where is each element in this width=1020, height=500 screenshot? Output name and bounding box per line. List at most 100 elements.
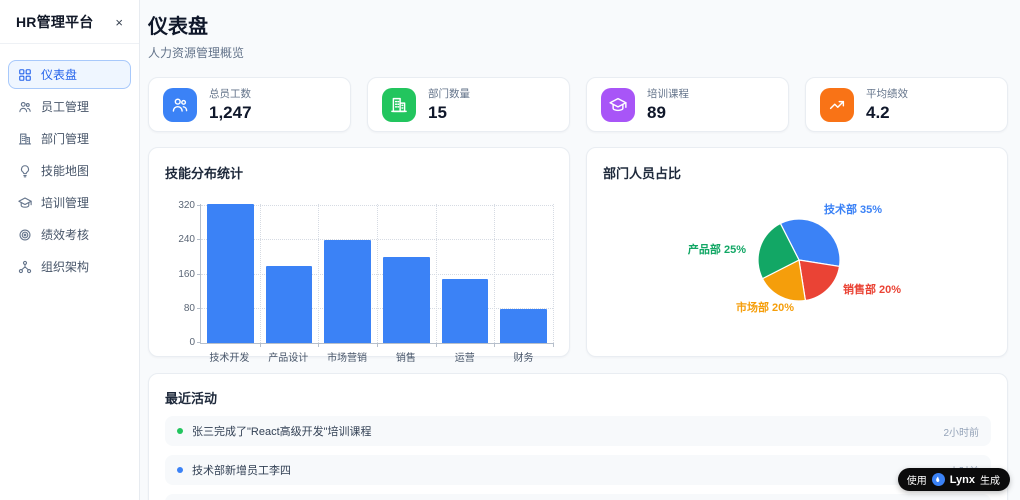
stats-row: 总员工数 1,247 部门数量 15 培训课程 89 平均绩效 4.2	[148, 77, 1008, 132]
org-icon	[18, 260, 32, 273]
v-gridline	[553, 204, 554, 343]
bar-销售	[382, 257, 430, 343]
pie-chart-card: 部门人员占比 技术部 35% 销售部 20% 市场部 20% 产品部 25%	[586, 147, 1008, 357]
x-tick	[435, 343, 437, 347]
activity-row-3: Q1绩效考核已开始 1天前	[165, 494, 991, 500]
bar-slot	[318, 204, 377, 343]
stat-value: 4.2	[866, 103, 890, 122]
graduation-icon-container	[601, 87, 635, 122]
bar-chart-card: 技能分布统计 0 80 160 240 320 技术开发 产品设计 市场营销 销售 运营 财务	[148, 147, 570, 364]
y-tick-label: 320	[178, 200, 195, 211]
activity-time: 2小时前	[943, 427, 979, 439]
charts-row: 技能分布统计 0 80 160 240 320 技术开发 产品设计 市场营销 销售 运营 财务 部…	[148, 147, 1008, 364]
users-icon-container	[163, 87, 197, 122]
bar-chart: 0 80 160 240 320	[178, 200, 554, 348]
y-tick-label: 80	[183, 302, 195, 314]
sidebar-item-4[interactable]: 技能地图	[8, 156, 131, 185]
activity-status-dot	[177, 467, 183, 473]
page-title: 仪表盘	[148, 16, 208, 38]
bar-产品设计	[265, 265, 313, 343]
badge-suffix: 生成	[980, 476, 1000, 487]
activity-list: 张三完成了"React高级开发"培训课程 2小时前 技术部新增员工李四 4小时前…	[165, 416, 991, 500]
pie-slice-销售部	[798, 259, 841, 302]
badge-brand: Lynx	[949, 473, 975, 486]
graduation-icon	[18, 196, 32, 208]
bar-slot	[201, 203, 260, 343]
x-tick-label: 销售	[395, 353, 416, 364]
stat-value: 15	[428, 103, 447, 122]
activity-text: 张三完成了"React高级开发"培训课程	[192, 426, 372, 438]
bar-slot	[377, 204, 436, 343]
pie-chart-title: 部门人员占比	[603, 166, 682, 181]
building-icon	[18, 132, 32, 145]
pie-label-市场部: 市场部 20%	[736, 302, 795, 314]
pie-label-技术部: 技术部 35%	[824, 204, 883, 216]
pie-chart: 技术部 35% 销售部 20% 市场部 20% 产品部 25%	[603, 186, 991, 336]
sidebar-item-3[interactable]: 部门管理	[8, 124, 131, 153]
graduation-icon	[609, 97, 627, 111]
stat-label: 平均绩效	[866, 88, 908, 100]
bar-slot	[436, 204, 495, 343]
x-tick	[318, 343, 320, 347]
stat-value: 89	[647, 103, 666, 122]
badge-prefix: 使用	[906, 476, 927, 487]
x-tick-label: 技术开发	[209, 353, 250, 364]
stat-card-4: 平均绩效 4.2	[805, 77, 1008, 132]
target-icon	[19, 228, 31, 241]
bar-运营	[441, 278, 489, 343]
main-content: 仪表盘 人力资源管理概览 总员工数 1,247 部门数量 15 培训课程 89 …	[140, 0, 1020, 500]
trend-icon-container	[820, 87, 854, 122]
bulb-icon	[20, 164, 30, 177]
x-tick-label: 运营	[454, 353, 475, 364]
lynx-logo-icon	[931, 473, 945, 486]
x-tick	[494, 343, 496, 347]
stat-card-1: 总员工数 1,247	[148, 77, 351, 132]
stat-label: 培训课程	[647, 88, 689, 100]
y-tick-label: 160	[178, 268, 195, 280]
stat-label: 部门数量	[428, 88, 470, 100]
bar-slot	[260, 204, 319, 343]
bar-财务	[500, 308, 548, 343]
building-icon	[391, 97, 407, 112]
trend-icon	[829, 100, 845, 109]
pie-chart-disc	[757, 218, 841, 302]
pie-label-销售部: 销售部 20%	[843, 284, 902, 296]
y-tick-label: 240	[178, 234, 195, 246]
x-tick	[259, 343, 261, 347]
x-tick-label: 产品设计	[268, 353, 309, 364]
x-tick	[553, 343, 554, 347]
building-icon-container	[382, 87, 416, 122]
bar-slot	[494, 204, 553, 343]
sidebar-nav: 仪表盘 员工管理 部门管理 技能地图 培训管理 绩效考核 组织架构	[0, 44, 139, 297]
lynx-watermark-badge[interactable]: 使用 Lynx 生成	[897, 468, 1010, 491]
bar-chart-x-labels: 技术开发 产品设计 市场营销 销售 运营 财务	[200, 349, 553, 364]
stat-label: 总员工数	[209, 88, 251, 100]
sidebar-item-6[interactable]: 绩效考核	[8, 220, 131, 249]
users-icon	[19, 101, 31, 112]
y-tick-label: 0	[189, 337, 195, 348]
sidebar-item-2[interactable]: 员工管理	[8, 92, 131, 121]
pie-label-产品部: 产品部 25%	[687, 244, 746, 256]
activity-status-dot	[177, 428, 183, 434]
sidebar-header: HR管理平台 ×	[0, 0, 139, 44]
dashboard-icon	[19, 68, 31, 81]
bar-chart-title: 技能分布统计	[165, 166, 244, 181]
sidebar-item-5[interactable]: 培训管理	[8, 188, 131, 217]
x-tick	[377, 343, 378, 347]
stat-value: 1,247	[209, 103, 252, 122]
close-icon[interactable]: ×	[115, 16, 123, 29]
bars	[201, 203, 553, 343]
recent-activity-title: 最近活动	[165, 391, 218, 406]
sidebar: HR管理平台 × 仪表盘 员工管理 部门管理 技能地图 培训管理 绩效考核 组织…	[0, 0, 140, 500]
bar-市场营销	[324, 240, 372, 343]
sidebar-item-7[interactable]: 组织架构	[8, 252, 131, 281]
users-icon	[172, 98, 188, 112]
app-title: HR管理平台	[16, 14, 94, 30]
recent-activity-card: 最近活动 张三完成了"React高级开发"培训课程 2小时前 技术部新增员工李四…	[148, 373, 1008, 500]
activity-row-1: 张三完成了"React高级开发"培训课程 2小时前	[165, 416, 991, 446]
x-tick-label: 市场营销	[327, 353, 368, 364]
activity-row-2: 技术部新增员工李四 4小时前	[165, 455, 991, 485]
sidebar-item-1[interactable]: 仪表盘	[8, 60, 131, 89]
page-subtitle: 人力资源管理概览	[148, 46, 245, 60]
stat-card-3: 培训课程 89	[586, 77, 789, 132]
